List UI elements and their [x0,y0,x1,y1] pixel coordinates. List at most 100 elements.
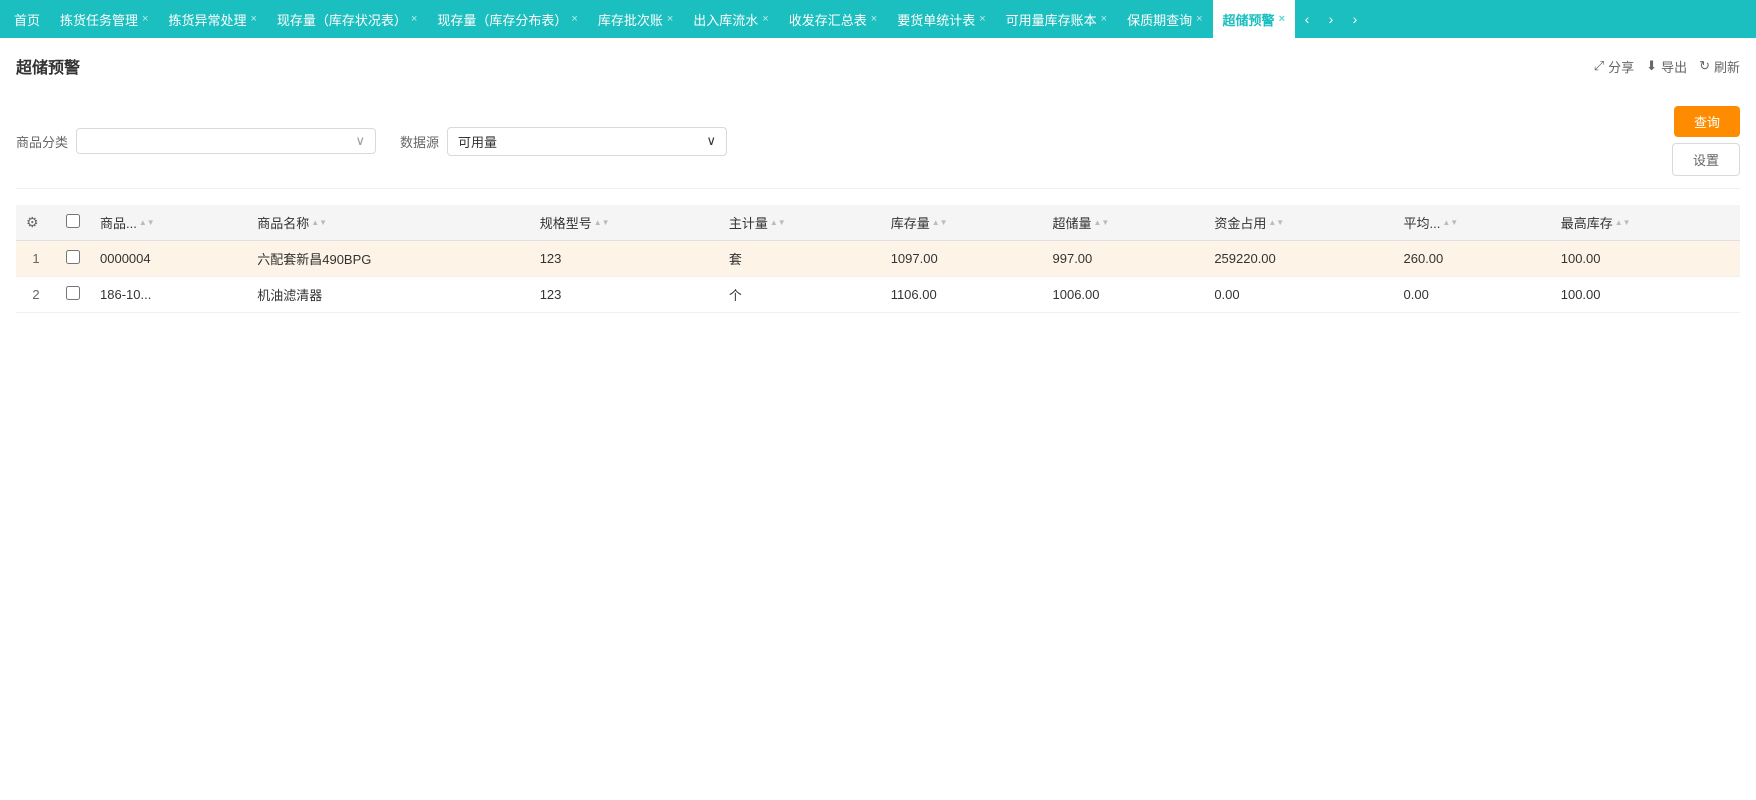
refresh-icon: ↻ [1699,58,1710,74]
settings-button[interactable]: 设置 [1672,143,1740,176]
row-spec: 123 [530,241,719,277]
row-num: 2 [16,277,56,313]
col-capital-header[interactable]: 资金占用 ▲▼ [1204,205,1393,241]
col-unit-label: 主计量 [729,213,768,232]
refresh-label: 刷新 [1714,57,1740,76]
row-checkbox[interactable] [66,286,80,300]
datasource-select[interactable]: 可用量 ∨ [447,127,727,156]
nav-tab-task-label: 拣货任务管理 [60,10,138,29]
nav-tab-home[interactable]: 首页 [4,0,50,38]
nav-tab-task-close[interactable]: × [142,13,148,25]
nav-tab-quality-close[interactable]: × [1196,13,1202,25]
nav-tab-stock-dist[interactable]: 现存量（库存分布表） × [427,0,587,38]
col-product-code-label: 商品... [100,213,137,232]
datasource-label: 数据源 [400,132,439,151]
category-select[interactable]: ∨ [76,128,376,154]
share-label: 分享 [1608,57,1634,76]
nav-next-arrow[interactable]: › [1319,0,1343,38]
nav-tab-available-label: 可用量库存账本 [1006,10,1097,29]
nav-tab-available[interactable]: 可用量库存账本 × [996,0,1117,38]
datasource-arrow-icon: ∨ [707,133,717,149]
nav-tab-exception[interactable]: 拣货异常处理 × [158,0,266,38]
sort-stock[interactable]: 库存量 ▲▼ [891,213,948,232]
nav-tab-exception-label: 拣货异常处理 [168,10,246,29]
nav-tab-demand[interactable]: 要货单统计表 × [887,0,995,38]
nav-tab-batch-close[interactable]: × [667,13,673,25]
row-avg: 0.00 [1394,277,1551,313]
nav-tab-flow-close[interactable]: × [762,13,768,25]
col-max-stock-header[interactable]: 最高库存 ▲▼ [1551,205,1740,241]
sort-spec[interactable]: 规格型号 ▲▼ [540,213,610,232]
sort-unit[interactable]: 主计量 ▲▼ [729,213,786,232]
row-num: 1 [16,241,56,277]
col-max-stock-label: 最高库存 [1561,213,1613,232]
nav-prev-arrow[interactable]: ‹ [1295,0,1319,38]
row-checkbox-cell [56,241,90,277]
datasource-value: 可用量 [458,132,497,151]
col-product-name-header[interactable]: 商品名称 ▲▼ [247,205,529,241]
query-button[interactable]: 查询 [1674,106,1740,137]
page-actions: ⤢ 分享 ⬇ 导出 ↻ 刷新 [1594,57,1740,76]
col-stock-header[interactable]: 库存量 ▲▼ [881,205,1043,241]
refresh-button[interactable]: ↻ 刷新 [1699,57,1740,76]
top-nav: 首页 拣货任务管理 × 拣货异常处理 × 现存量（库存状况表） × 现存量（库存… [0,0,1756,38]
nav-tab-stock-status[interactable]: 现存量（库存状况表） × [267,0,427,38]
col-avg-header[interactable]: 平均... ▲▼ [1394,205,1551,241]
col-overstock-header[interactable]: 超储量 ▲▼ [1043,205,1205,241]
export-button[interactable]: ⬇ 导出 [1646,57,1687,76]
sort-product-name[interactable]: 商品名称 ▲▼ [257,213,327,232]
row-max-stock: 100.00 [1551,277,1740,313]
row-product-name: 六配套新昌490BPG [247,241,529,277]
nav-tab-exception-close[interactable]: × [250,13,256,25]
nav-tab-batch-label: 库存批次账 [598,10,663,29]
col-checkbox-header [56,205,90,241]
nav-tab-overstock-close[interactable]: × [1279,13,1285,25]
table-wrapper: ⚙ 商品... ▲▼ 商品名称 ▲▼ [16,205,1740,313]
sort-arrows-unit: ▲▼ [770,219,786,227]
col-stock-label: 库存量 [891,213,930,232]
sort-arrows-stock: ▲▼ [932,219,948,227]
col-spec-label: 规格型号 [540,213,592,232]
table-row: 2 186-10... 机油滤清器 123 个 1106.00 1006.00 … [16,277,1740,313]
gear-icon[interactable]: ⚙ [26,214,39,231]
col-spec-header[interactable]: 规格型号 ▲▼ [530,205,719,241]
nav-tab-summary[interactable]: 收发存汇总表 × [779,0,887,38]
col-product-code-header[interactable]: 商品... ▲▼ [90,205,247,241]
category-label: 商品分类 [16,132,68,151]
export-icon: ⬇ [1646,58,1657,74]
nav-tab-overstock-label: 超储预警 [1223,10,1275,29]
table-header-row: ⚙ 商品... ▲▼ 商品名称 ▲▼ [16,205,1740,241]
col-product-name-label: 商品名称 [257,213,309,232]
nav-tab-task[interactable]: 拣货任务管理 × [50,0,158,38]
nav-tab-available-close[interactable]: × [1101,13,1107,25]
row-unit: 个 [719,277,881,313]
col-settings: ⚙ [16,205,56,241]
sort-capital[interactable]: 资金占用 ▲▼ [1214,213,1284,232]
row-stock: 1106.00 [881,277,1043,313]
nav-tab-demand-close[interactable]: × [979,13,985,25]
nav-tab-stock-dist-label: 现存量（库存分布表） [437,10,567,29]
share-button[interactable]: ⤢ 分享 [1594,57,1634,76]
page-content: 超储预警 ⤢ 分享 ⬇ 导出 ↻ 刷新 商品分类 ∨ 数据源 [0,38,1756,800]
nav-tab-batch[interactable]: 库存批次账 × [588,0,683,38]
nav-tab-stock-status-close[interactable]: × [411,13,417,25]
nav-tab-summary-close[interactable]: × [871,13,877,25]
nav-more-arrow[interactable]: › [1343,0,1367,38]
row-checkbox[interactable] [66,250,80,264]
sort-avg[interactable]: 平均... ▲▼ [1404,213,1459,232]
filter-row: 商品分类 ∨ 数据源 可用量 ∨ 查询 设置 [16,94,1740,189]
nav-tab-flow[interactable]: 出入库流水 × [683,0,778,38]
export-label: 导出 [1661,57,1687,76]
sort-product-code[interactable]: 商品... ▲▼ [100,213,155,232]
select-all-checkbox[interactable] [66,214,80,228]
sort-overstock[interactable]: 超储量 ▲▼ [1053,213,1110,232]
nav-tab-stock-dist-close[interactable]: × [571,13,577,25]
nav-tab-quality[interactable]: 保质期查询 × [1117,0,1212,38]
sort-arrows-spec: ▲▼ [594,219,610,227]
share-icon: ⤢ [1594,58,1604,74]
row-unit: 套 [719,241,881,277]
col-unit-header[interactable]: 主计量 ▲▼ [719,205,881,241]
sort-arrows-capital: ▲▼ [1268,219,1284,227]
nav-tab-overstock[interactable]: 超储预警 × [1213,0,1295,38]
sort-max-stock[interactable]: 最高库存 ▲▼ [1561,213,1631,232]
